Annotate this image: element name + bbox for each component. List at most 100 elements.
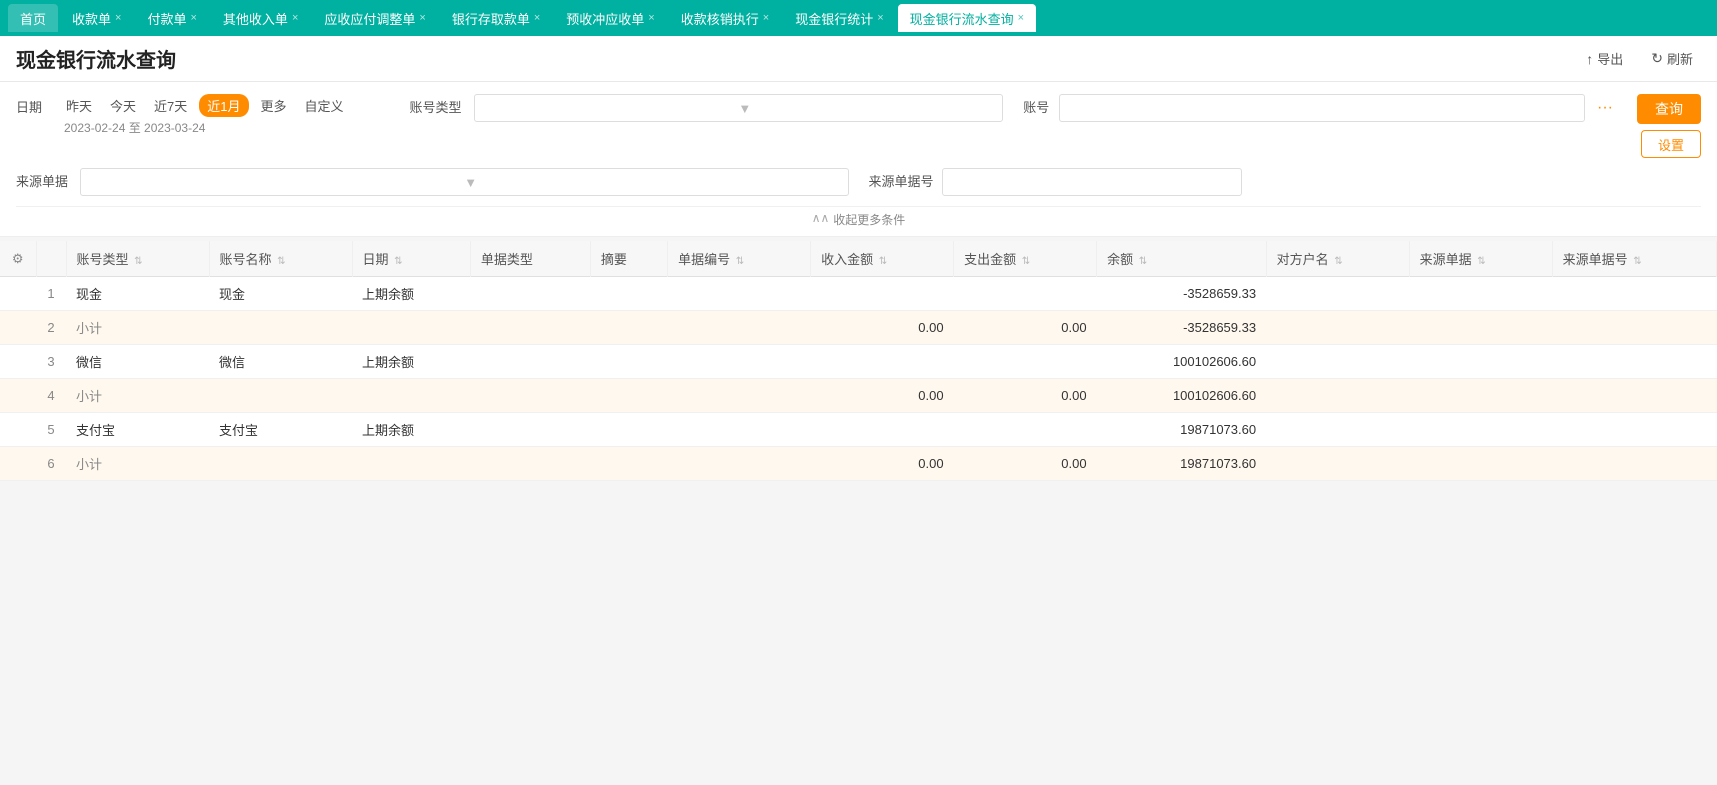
cell-source-doc	[1409, 345, 1552, 379]
cell-counterpart	[1266, 447, 1409, 481]
cell-account-type: 现金	[66, 277, 209, 311]
nav-tab-银行存取款单[interactable]: 银行存取款单×	[440, 4, 552, 32]
tab-label: 预收冲应收单	[566, 9, 644, 28]
cell-doc-num	[668, 447, 811, 481]
date-btn-yesterday[interactable]: 昨天	[60, 94, 98, 117]
refresh-label: 刷新	[1667, 49, 1693, 68]
source-doc-filter: 来源单据 ▼	[16, 168, 849, 196]
table-section: ⚙ 账号类型 ⇅ 账号名称 ⇅ 日期 ⇅ 单据类型 摘要 单据编号 ⇅ 收入金额…	[0, 241, 1717, 481]
cell-source-doc-num	[1552, 277, 1716, 311]
close-tab-icon[interactable]: ×	[292, 12, 298, 24]
th-expense[interactable]: 支出金额 ⇅	[954, 241, 1097, 277]
close-tab-icon[interactable]: ×	[419, 12, 425, 24]
th-counterpart[interactable]: 对方户名 ⇅	[1266, 241, 1409, 277]
nav-tab-其他收入单[interactable]: 其他收入单×	[211, 4, 310, 32]
close-tab-icon[interactable]: ×	[648, 12, 654, 24]
table-row: 3微信微信上期余额100102606.60	[0, 345, 1717, 379]
cell-income	[811, 277, 954, 311]
close-tab-icon[interactable]: ×	[190, 12, 196, 24]
table-row: 5支付宝支付宝上期余额19871073.60	[0, 413, 1717, 447]
export-button[interactable]: ↑ 导出	[1578, 45, 1631, 72]
row-number: 6	[36, 447, 66, 481]
th-row-num	[36, 241, 66, 277]
table-settings-icon[interactable]: ⚙	[0, 241, 36, 277]
account-label: 账号	[1023, 94, 1051, 122]
close-tab-icon[interactable]: ×	[115, 12, 121, 24]
row-settings	[0, 277, 36, 311]
nav-tab-收款单[interactable]: 收款单×	[60, 4, 133, 32]
th-source-doc[interactable]: 来源单据 ⇅	[1409, 241, 1552, 277]
date-btn-today[interactable]: 今天	[104, 94, 142, 117]
row-number: 4	[36, 379, 66, 413]
cell-doc-type	[470, 277, 590, 311]
nav-tab-付款单[interactable]: 付款单×	[135, 4, 208, 32]
refresh-icon: ↻	[1651, 50, 1663, 67]
cell-doc-num	[668, 311, 811, 345]
header-actions: ↑ 导出 ↻ 刷新	[1578, 45, 1701, 72]
nav-tab-收款核销执行[interactable]: 收款核销执行×	[669, 4, 781, 32]
query-button[interactable]: 查询	[1637, 94, 1701, 124]
th-doc-num[interactable]: 单据编号 ⇅	[668, 241, 811, 277]
row-number: 2	[36, 311, 66, 345]
date-label: 日期	[16, 94, 52, 122]
cell-account-name: 支付宝	[209, 413, 352, 447]
th-date[interactable]: 日期 ⇅	[352, 241, 470, 277]
account-input[interactable]	[1059, 94, 1585, 122]
cell-expense: 0.00	[954, 311, 1097, 345]
source-doc-num-input[interactable]	[942, 168, 1242, 196]
date-btn-more[interactable]: 更多	[255, 94, 293, 117]
cell-doc-type	[470, 345, 590, 379]
source-doc-dropdown[interactable]: ▼	[80, 168, 849, 196]
cell-source-doc	[1409, 413, 1552, 447]
cell-doc-type	[470, 311, 590, 345]
sort-icon-9: ⇅	[1477, 256, 1485, 267]
nav-tab-应收应付调整单[interactable]: 应收应付调整单×	[312, 4, 437, 32]
cell-doc-num	[668, 413, 811, 447]
nav-tab-现金银行流水查询[interactable]: 现金银行流水查询 ×	[898, 4, 1036, 32]
date-btn-1month[interactable]: 近1月	[199, 94, 248, 117]
refresh-button[interactable]: ↻ 刷新	[1643, 45, 1701, 72]
cell-income: 0.00	[811, 379, 954, 413]
th-income[interactable]: 收入金额 ⇅	[811, 241, 954, 277]
date-btn-7days[interactable]: 近7天	[148, 94, 193, 117]
row-number: 5	[36, 413, 66, 447]
tab-label: 现金银行流水查询	[910, 9, 1014, 28]
cell-date	[352, 379, 470, 413]
th-account-name[interactable]: 账号名称 ⇅	[209, 241, 352, 277]
th-source-doc-num[interactable]: 来源单据号 ⇅	[1552, 241, 1716, 277]
cell-summary	[590, 311, 667, 345]
cell-doc-type	[470, 447, 590, 481]
nav-tab-预收冲应收单[interactable]: 预收冲应收单 ×	[554, 4, 666, 32]
settings-button[interactable]: 设置	[1641, 130, 1701, 158]
cell-expense: 0.00	[954, 379, 1097, 413]
account-more-icon[interactable]: ···	[1593, 99, 1617, 117]
data-table: ⚙ 账号类型 ⇅ 账号名称 ⇅ 日期 ⇅ 单据类型 摘要 单据编号 ⇅ 收入金额…	[0, 241, 1717, 481]
table-row: 6小计0.000.0019871073.60	[0, 447, 1717, 481]
cell-account-name	[209, 379, 352, 413]
close-tab-icon[interactable]: ×	[877, 12, 883, 24]
cell-account-type: 微信	[66, 345, 209, 379]
table-row: 4小计0.000.00100102606.60	[0, 379, 1717, 413]
close-tab-icon[interactable]: ×	[534, 12, 540, 24]
row-settings	[0, 345, 36, 379]
cell-source-doc	[1409, 311, 1552, 345]
th-balance[interactable]: 余额 ⇅	[1097, 241, 1267, 277]
cell-source-doc-num	[1552, 345, 1716, 379]
nav-tab-现金银行统计[interactable]: 现金银行统计×	[783, 4, 895, 32]
date-btn-custom[interactable]: 自定义	[299, 94, 350, 117]
cell-date: 上期余额	[352, 277, 470, 311]
table-row: 2小计0.000.00-3528659.33	[0, 311, 1717, 345]
account-type-dropdown[interactable]: ▼	[474, 94, 1004, 122]
table-header: ⚙ 账号类型 ⇅ 账号名称 ⇅ 日期 ⇅ 单据类型 摘要 单据编号 ⇅ 收入金额…	[0, 241, 1717, 277]
cell-account-name: 现金	[209, 277, 352, 311]
collapse-bar[interactable]: ∧∧ 收起更多条件	[16, 206, 1701, 232]
close-tab-icon[interactable]: ×	[763, 12, 769, 24]
row-settings	[0, 311, 36, 345]
nav-tab-home[interactable]: 首页	[8, 4, 58, 32]
cell-doc-num	[668, 345, 811, 379]
th-doc-type: 单据类型	[470, 241, 590, 277]
export-label: 导出	[1597, 49, 1623, 68]
th-account-type[interactable]: 账号类型 ⇅	[66, 241, 209, 277]
account-type-filter: 账号类型 ▼	[410, 94, 1004, 122]
close-tab-icon[interactable]: ×	[1018, 12, 1024, 24]
